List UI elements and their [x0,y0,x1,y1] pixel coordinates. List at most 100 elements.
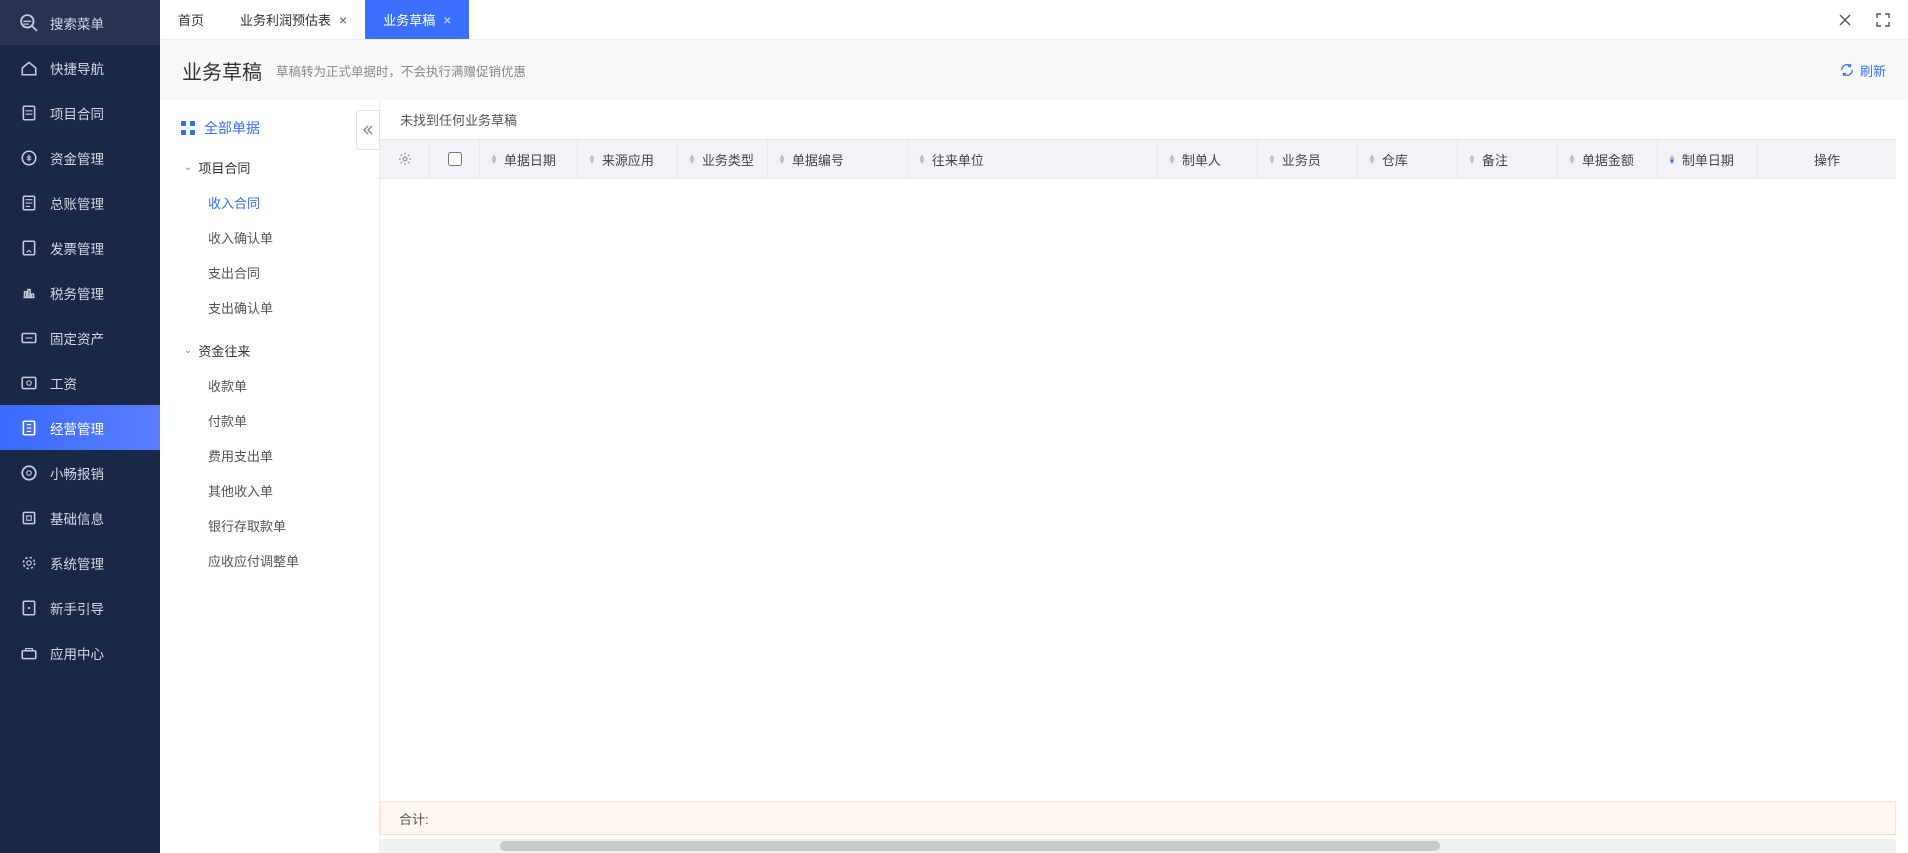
sidebar-item-label: 总账管理 [50,193,104,213]
sidebar-item-label: 搜索菜单 [50,13,104,33]
sidebar-item-business[interactable]: 经营管理 [0,405,160,450]
sidebar-item-label: 税务管理 [50,283,104,303]
salary-icon [20,374,38,392]
tax-icon [20,284,38,302]
page-title: 业务草稿 [182,56,262,85]
sort-icon: ▲▼ [490,154,498,164]
sidebar-item-file[interactable]: 项目合同 [0,90,160,135]
column-label: 仓库 [1382,150,1408,169]
close-all-tabs-icon[interactable] [1834,9,1856,31]
tree-item[interactable]: 收入确认单 [160,220,379,255]
column-label: 来源应用 [602,150,654,169]
column-header[interactable]: ▲▼往来单位 [908,140,1158,178]
column-header[interactable]: ▲▼单据日期 [480,140,578,178]
column-label: 业务类型 [702,150,754,169]
tab-close-icon[interactable]: × [339,12,347,28]
tree-item[interactable]: 支出合同 [160,255,379,290]
tree-item[interactable]: 应收应付调整单 [160,543,379,578]
tab[interactable]: 业务草稿 × [365,0,469,39]
column-label: 制单人 [1182,150,1221,169]
column-header[interactable]: ▲▼业务类型 [678,140,768,178]
scrollbar-thumb[interactable] [500,841,1440,851]
chevron-down-icon: ⌄ [184,162,192,173]
sidebar-item-home[interactable]: 快捷导航 [0,45,160,90]
sort-icon: ▲▼ [1368,154,1376,164]
tab[interactable]: 首页 [160,0,222,39]
tree-group-header[interactable]: ⌄项目合同 [160,150,379,185]
column-header[interactable]: ▲▼业务员 [1258,140,1358,178]
business-icon [20,419,38,437]
column-header[interactable]: ▲▼备注 [1458,140,1558,178]
refresh-icon [1840,63,1854,77]
sidebar-item-info[interactable]: 基础信息 [0,495,160,540]
column-header[interactable]: ▲▼ 仓库 [1358,140,1458,178]
page-header: 业务草稿 草稿转为正式单据时，不会执行满赠促销优惠 刷新 [160,40,1908,100]
tree-item[interactable]: 收入合同 [160,185,379,220]
column-label: 备注 [1482,150,1508,169]
sidebar-item-apps[interactable]: 应用中心 [0,630,160,675]
sidebar-item-ledger[interactable]: 总账管理 [0,180,160,225]
sidebar-item-label: 基础信息 [50,508,104,528]
select-all-column [430,140,480,178]
sort-icon: ▲▼ [1668,154,1676,164]
page-subtitle: 草稿转为正式单据时，不会执行满赠促销优惠 [276,61,526,80]
sidebar-item-tax[interactable]: 税务管理 [0,270,160,315]
category-sidebar: 全部单据 ⌄项目合同收入合同收入确认单支出合同支出确认单⌄资金往来收款单付款单费… [160,100,380,853]
home-icon [20,59,38,77]
main-sidebar: 搜索菜单快捷导航项目合同资金管理总账管理发票管理税务管理固定资产工资经营管理小畅… [0,0,160,853]
column-header[interactable]: ▲▼制单日期 [1658,140,1758,178]
sidebar-item-asset[interactable]: 固定资产 [0,315,160,360]
horizontal-scrollbar[interactable] [380,839,1896,853]
sidebar-item-label: 系统管理 [50,553,104,573]
select-all-checkbox[interactable] [448,152,462,166]
column-label: 往来单位 [932,150,984,169]
tab-close-icon[interactable]: × [443,12,451,28]
tree-item[interactable]: 付款单 [160,403,379,438]
column-header[interactable]: ▲▼单据金额 [1558,140,1658,178]
column-label: 单据编号 [792,150,844,169]
file-icon [20,104,38,122]
column-header[interactable]: ▲▼ 单据编号 [768,140,908,178]
sidebar-item-salary[interactable]: 工资 [0,360,160,405]
sort-icon: ▲▼ [1568,154,1576,164]
refresh-button[interactable]: 刷新 [1840,61,1886,80]
sidebar-item-money[interactable]: 资金管理 [0,135,160,180]
sort-icon: ▲▼ [588,154,596,164]
sidebar-item-search[interactable]: 搜索菜单 [0,0,160,45]
sidebar-item-invoice[interactable]: 发票管理 [0,225,160,270]
tree-item[interactable]: 收款单 [160,368,379,403]
column-header-action: 操作 [1758,140,1896,178]
tree-item[interactable]: 费用支出单 [160,438,379,473]
sidebar-item-settings[interactable]: 系统管理 [0,540,160,585]
fullscreen-icon[interactable] [1872,9,1894,31]
category-header-label: 全部单据 [204,118,260,138]
tab-label: 业务草稿 [383,10,435,29]
tab-label: 业务利润预估表 [240,10,331,29]
tab[interactable]: 业务利润预估表 × [222,0,365,39]
column-header[interactable]: ▲▼ 来源应用 [578,140,678,178]
tree-item[interactable]: 其他收入单 [160,473,379,508]
tree-group-header[interactable]: ⌄资金往来 [160,333,379,368]
invoice-icon [20,239,38,257]
refresh-label: 刷新 [1860,61,1886,80]
settings-icon [20,554,38,572]
sidebar-item-label: 快捷导航 [50,58,104,78]
column-label: 操作 [1814,150,1840,169]
tree-group-label: 资金往来 [198,341,250,360]
sidebar-item-guide[interactable]: 新手引导 [0,585,160,630]
sort-icon: ▲▼ [778,154,786,164]
info-icon [20,509,38,527]
sidebar-item-label: 工资 [50,373,77,393]
sidebar-item-label: 项目合同 [50,103,104,123]
collapse-category-button[interactable] [356,110,380,150]
data-table: ▲▼单据日期▲▼来源应用▲▼业务类型▲▼单据编号▲▼往来单位▲▼制单人▲▼业务员… [380,139,1896,179]
sidebar-item-reimburse[interactable]: 小畅报销 [0,450,160,495]
column-header[interactable]: ▲▼制单人 [1158,140,1258,178]
tree-item[interactable]: 银行存取款单 [160,508,379,543]
category-header[interactable]: 全部单据 [160,110,379,146]
reimburse-icon [20,464,38,482]
tree-item[interactable]: 支出确认单 [160,290,379,325]
column-settings-button[interactable] [380,140,430,178]
sidebar-item-label: 经营管理 [50,418,104,438]
empty-message: 未找到任何业务草稿 [380,100,1896,139]
